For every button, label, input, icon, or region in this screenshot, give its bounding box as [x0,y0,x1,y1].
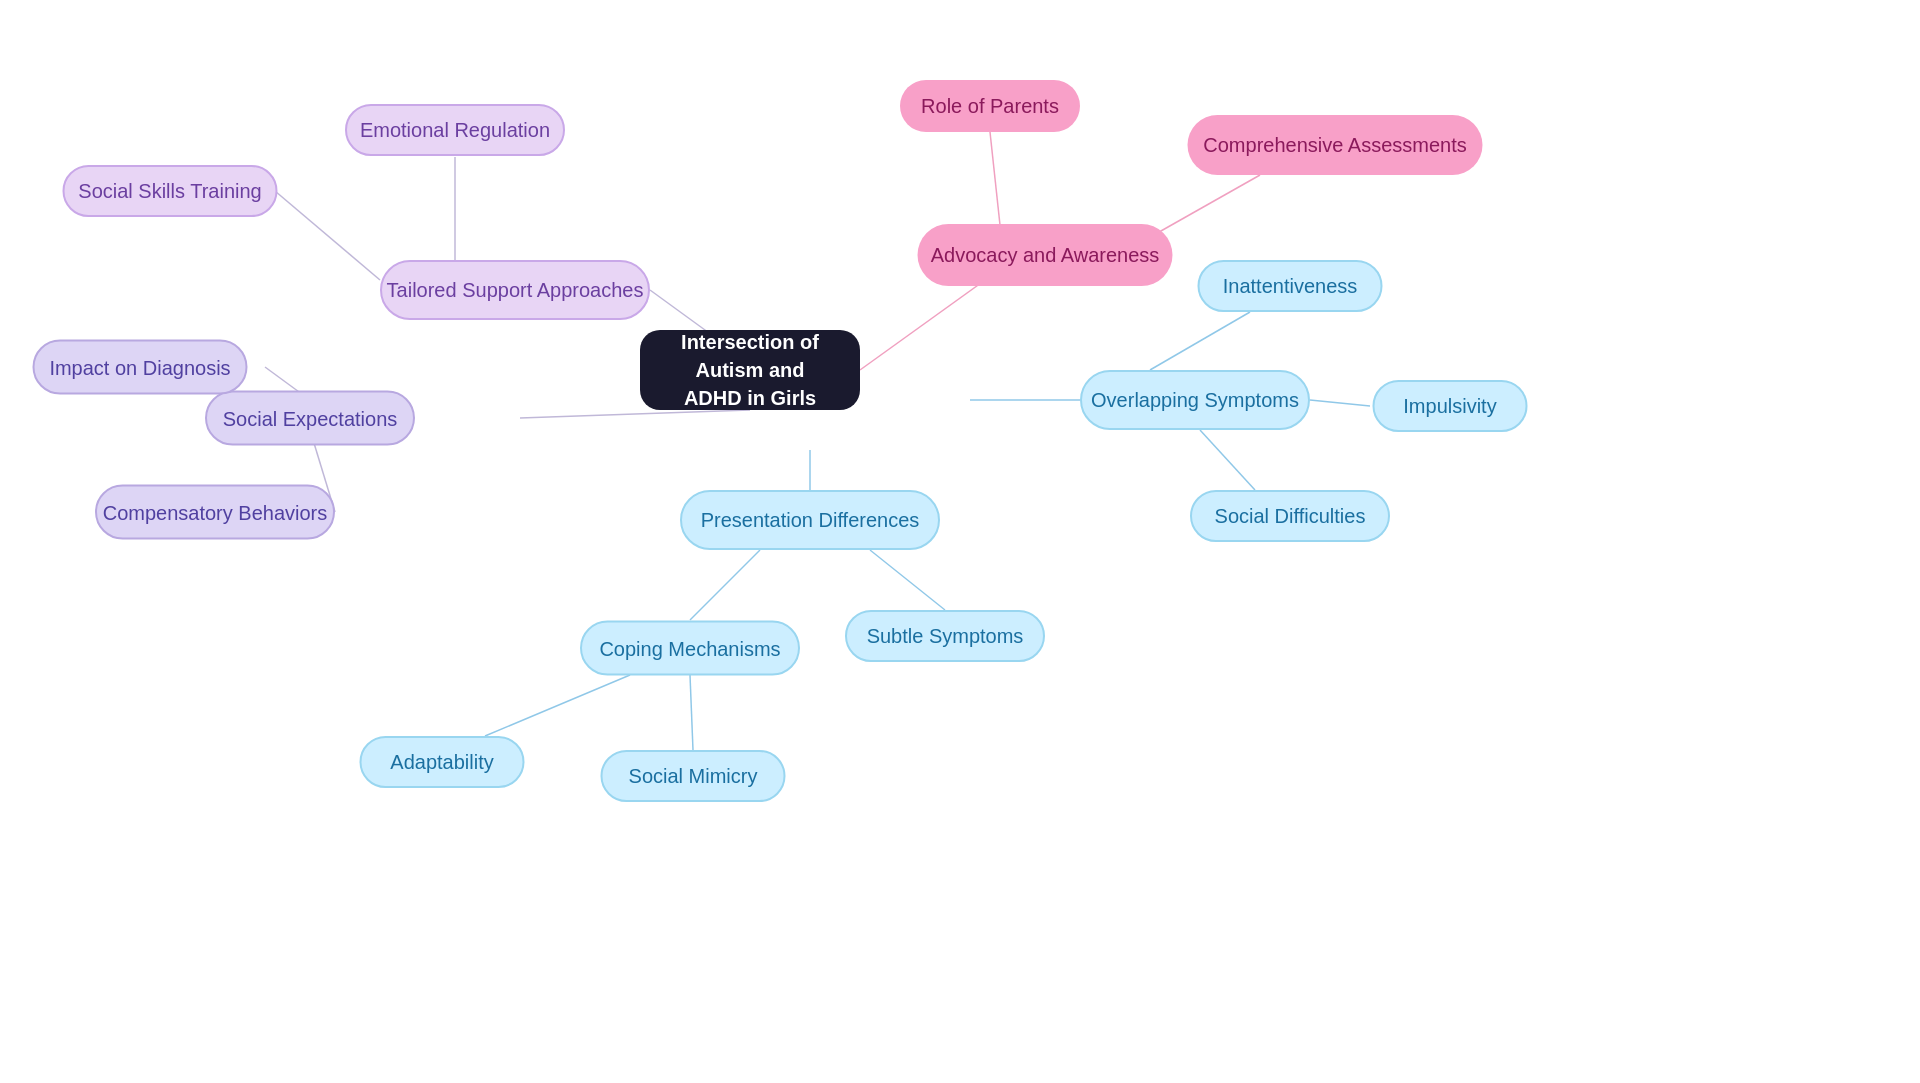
svg-line-14 [690,550,760,620]
coping-mechanisms-node: Coping Mechanisms [580,621,800,676]
advocacy-awareness-node: Advocacy and Awareness [918,224,1173,286]
social-difficulties-node: Social Difficulties [1190,490,1390,542]
coping-mechanisms-label: Coping Mechanisms [599,635,780,661]
svg-line-10 [1150,312,1250,370]
svg-line-17 [690,675,693,750]
svg-line-12 [1200,430,1255,490]
role-of-parents-node: Role of Parents [900,80,1080,132]
presentation-differences-node: Presentation Differences [680,490,940,550]
svg-line-5 [275,191,380,280]
svg-line-11 [1310,400,1370,406]
tailored-support-node: Tailored Support Approaches [380,260,650,320]
subtle-symptoms-node: Subtle Symptoms [845,610,1045,662]
svg-line-15 [870,550,945,610]
center-label: Intersection of Autism and ADHD in Girls [664,328,836,412]
compensatory-behaviors-label: Compensatory Behaviors [103,499,328,525]
inattentiveness-node: Inattentiveness [1198,260,1383,312]
adaptability-node: Adaptability [360,736,525,788]
adaptability-label: Adaptability [390,749,493,775]
compensatory-behaviors-node: Compensatory Behaviors [95,485,335,540]
social-skills-training-node: Social Skills Training [63,165,278,217]
tailored-support-label: Tailored Support Approaches [387,277,644,303]
overlapping-symptoms-label: Overlapping Symptoms [1091,387,1299,413]
overlapping-symptoms-node: Overlapping Symptoms [1080,370,1310,430]
impact-on-diagnosis-label: Impact on Diagnosis [49,354,230,380]
svg-line-16 [485,675,630,736]
social-expectations-node: Social Expectations [205,391,415,446]
social-expectations-label: Social Expectations [223,405,398,431]
social-mimicry-label: Social Mimicry [629,763,758,789]
role-of-parents-label: Role of Parents [921,93,1059,119]
impulsivity-label: Impulsivity [1403,393,1496,419]
social-mimicry-node: Social Mimicry [601,750,786,802]
subtle-symptoms-label: Subtle Symptoms [867,623,1024,649]
presentation-differences-label: Presentation Differences [701,507,920,533]
social-difficulties-label: Social Difficulties [1215,503,1366,529]
impact-on-diagnosis-node: Impact on Diagnosis [33,340,248,395]
svg-line-8 [1145,175,1260,240]
emotional-regulation-node: Emotional Regulation [345,104,565,156]
advocacy-awareness-label: Advocacy and Awareness [931,242,1160,268]
impulsivity-node: Impulsivity [1373,380,1528,432]
center-node: Intersection of Autism and ADHD in Girls [640,330,860,410]
comprehensive-assessments-label: Comprehensive Assessments [1203,132,1466,158]
social-skills-training-label: Social Skills Training [78,178,261,204]
comprehensive-assessments-node: Comprehensive Assessments [1188,115,1483,175]
emotional-regulation-label: Emotional Regulation [360,117,550,143]
svg-line-7 [990,132,1000,225]
inattentiveness-label: Inattentiveness [1223,273,1358,299]
